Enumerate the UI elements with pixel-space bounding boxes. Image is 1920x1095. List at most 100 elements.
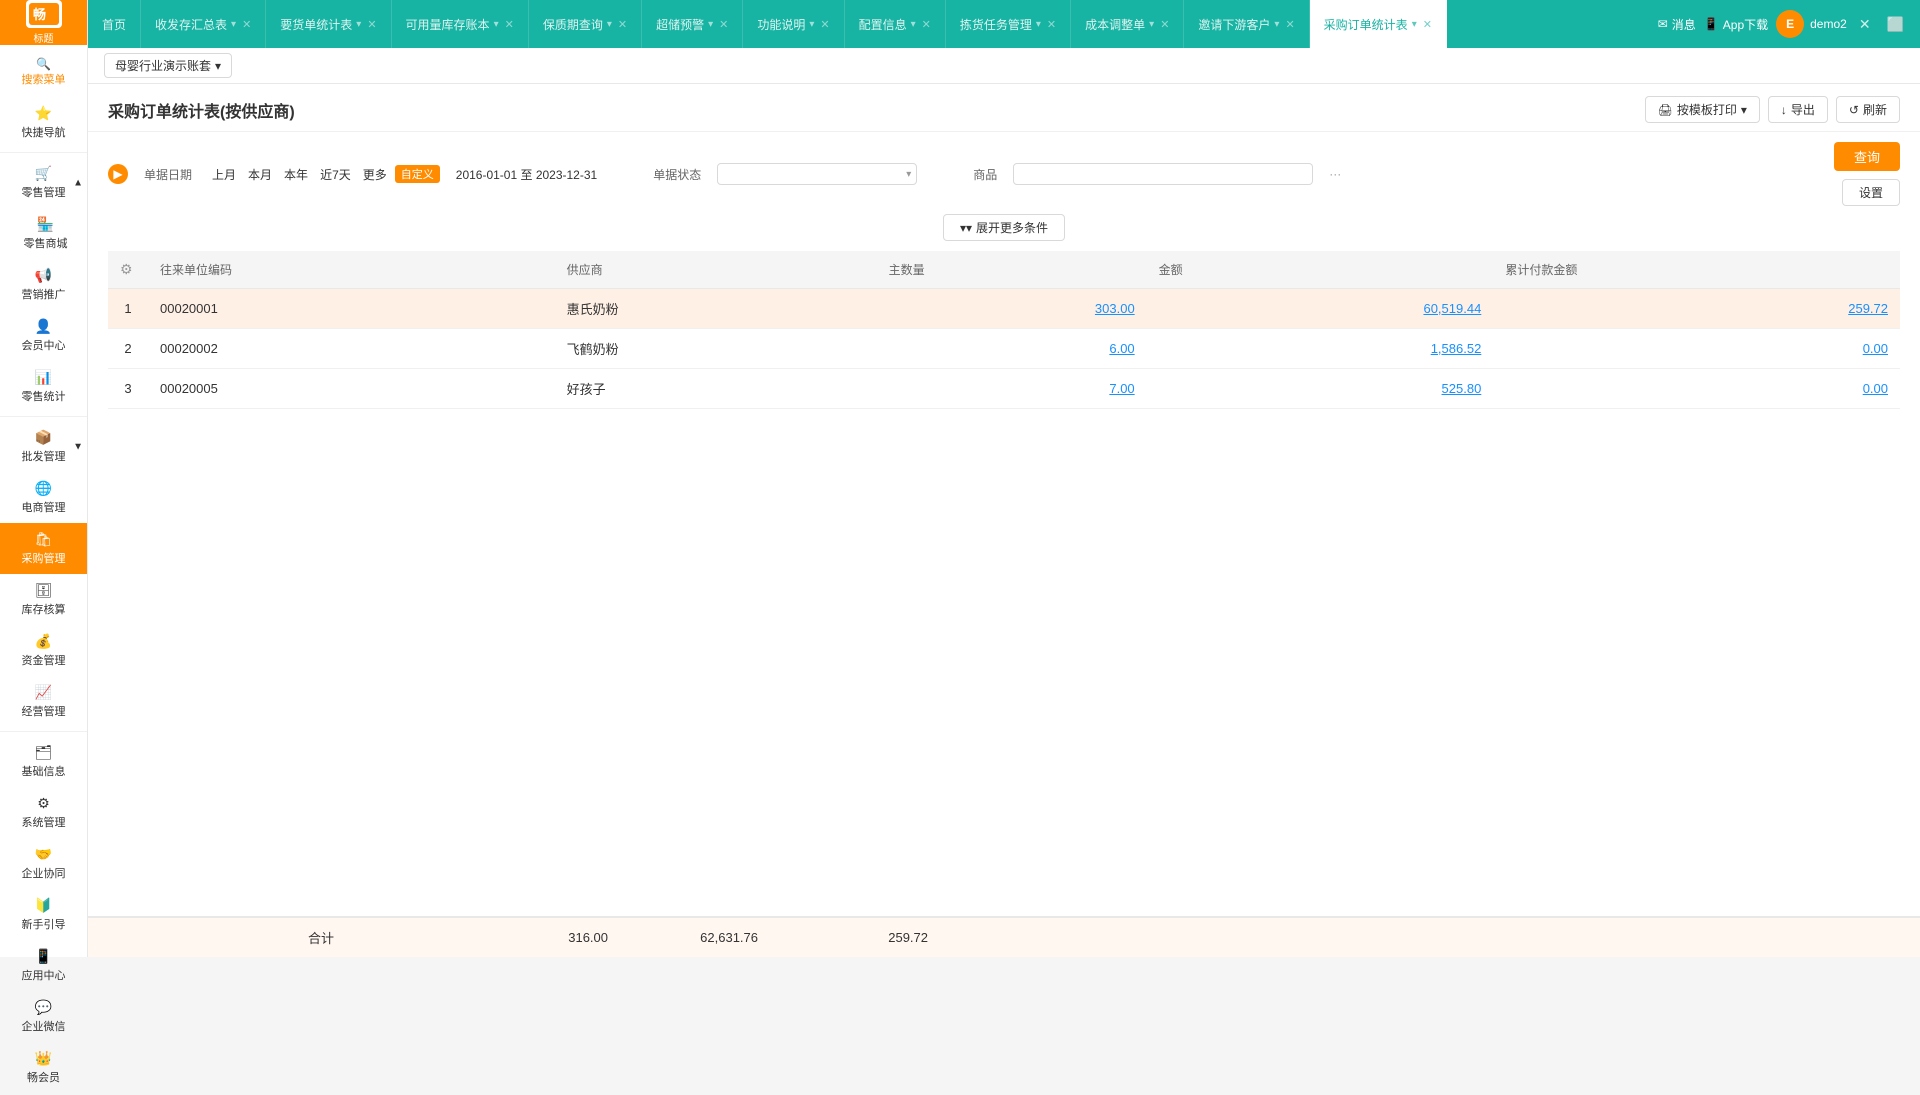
tab-config[interactable]: 配置信息 ▾ ✕ [845,0,946,48]
custom-date-button[interactable]: 自定义 [395,165,440,183]
expand-more-button[interactable]: ▾▾ 展开更多条件 [943,214,1065,241]
table-row: 1 00020001 惠氏奶粉 303.00 60,519.44 259.72 [108,289,1900,329]
pick-task-label: 拣货任务管理 [960,16,1032,33]
tab-pick-task[interactable]: 拣货任务管理 ▾ ✕ [946,0,1071,48]
tab-close-4[interactable]: ✕ [618,18,627,31]
tab-requisition-stats[interactable]: 要货单统计表 ▾ ✕ [266,0,391,48]
sidebar-item-retail[interactable]: 🛒 零售管理 ▲ [0,157,87,208]
sidebar-item-appstore[interactable]: 📱 应用中心 [0,940,87,991]
sidebar-item-system[interactable]: ⚙ 系统管理 [0,787,87,838]
status-select[interactable] [717,163,917,185]
row-amount[interactable]: 60,519.44 [1147,289,1494,329]
goods-input[interactable] [1013,163,1313,185]
tab-close-6[interactable]: ✕ [820,18,829,31]
sidebar-logo: 畅 标题 [0,0,87,45]
sidebar-item-finance[interactable]: 💰 资金管理 [0,625,87,676]
export-button[interactable]: ↓ 导出 [1768,96,1828,123]
tab-close-5[interactable]: ✕ [719,18,728,31]
sidebar-item-member[interactable]: 👤 会员中心 [0,310,87,361]
shortcut-this-month[interactable]: 本月 [244,165,276,184]
tab-collect-pay[interactable]: 收发存汇总表 ▾ ✕ [141,0,266,48]
logo-text: 标题 [34,30,54,45]
tab-function[interactable]: 功能说明 ▾ ✕ [743,0,844,48]
row-paid-amount-3[interactable]: 0.00 [1493,369,1900,409]
invite-downstream-label: 邀请下游客户 [1198,16,1270,33]
base-icon: 🗂 [35,744,53,761]
tab-close-9[interactable]: ✕ [1160,18,1169,31]
stats-icon: 📊 [35,369,52,386]
printer-icon: 🖨 [1658,103,1673,117]
sidebar-nav: ⭐ 快捷导航 🛒 零售管理 ▲ 🏪 零售商城 📢 营销推广 👤 会员中心 📊 零… [0,95,87,1095]
row-qty[interactable]: 303.00 [877,289,1147,329]
close-window-button[interactable]: ✕ [1855,12,1875,37]
tab-warranty[interactable]: 保质期查询 ▾ ✕ [529,0,642,48]
filter-toggle-button[interactable]: ▶ [108,164,128,184]
table-settings-icon[interactable]: ⚙ [120,261,133,277]
row-unit-code-2: 00020002 [148,329,555,369]
sidebar-item-retail-stats[interactable]: 📊 零售统计 [0,361,87,412]
sidebar-item-vip[interactable]: 👑 畅会员 [0,1042,87,1093]
query-button[interactable]: 查询 [1834,142,1900,171]
sidebar-item-ops[interactable]: 📈 经营管理 [0,676,87,727]
tab-overstock[interactable]: 超储预警 ▾ ✕ [642,0,743,48]
tab-invite-downstream[interactable]: 邀请下游客户 ▾ ✕ [1184,0,1309,48]
sidebar-item-guide[interactable]: 🔰 新手引导 [0,889,87,940]
sidebar-item-inventory[interactable]: 🗄 库存核算 [0,574,87,625]
tab-close-7[interactable]: ✕ [922,18,931,31]
message-button[interactable]: ✉ 消息 [1658,16,1696,33]
content-area: 采购订单统计表(按供应商) 🖨 按模板打印 ▾ ↓ 导出 ↺ 刷新 [88,84,1920,957]
row-unit-code: 00020001 [148,289,555,329]
sidebar-item-corp[interactable]: 🤝 企业协同 [0,838,87,889]
dropdown-arrow-icon: ▾ [215,59,221,73]
print-button[interactable]: 🖨 按模板打印 ▾ [1645,96,1760,123]
shortcut-this-year[interactable]: 本年 [280,165,312,184]
tab-close[interactable]: ✕ [242,18,251,31]
tab-close-2[interactable]: ✕ [367,18,376,31]
sidebar-search-button[interactable]: 🔍 搜索菜单 [8,53,79,91]
tab-purchase-stats[interactable]: 采购订单统计表 ▾ ✕ [1310,0,1447,48]
sidebar-item-purchase[interactable]: 🛍 采购管理 [0,523,87,574]
wholesale-label: 批发管理 [22,448,66,464]
cost-adjust-label: 成本调整单 [1085,16,1145,33]
user-area[interactable]: E demo2 [1776,10,1847,38]
sidebar-item-ecommerce[interactable]: 🌐 电商管理 [0,472,87,523]
sidebar-item-wholesale[interactable]: 📦 批发管理 ▼ [0,421,87,472]
app-download-button[interactable]: 📱 App下载 [1704,16,1768,33]
shortcut-last-month[interactable]: 上月 [208,165,240,184]
tab-cost-adjust[interactable]: 成本调整单 ▾ ✕ [1071,0,1184,48]
tab-available-stock[interactable]: 可用量库存账本 ▾ ✕ [392,0,529,48]
tab-home[interactable]: 首页 [88,0,141,48]
tab-close-3[interactable]: ✕ [505,18,514,31]
app-download-label: App下载 [1723,16,1768,33]
row-paid-amount[interactable]: 259.72 [1493,289,1900,329]
row-qty-2[interactable]: 6.00 [877,329,1147,369]
tab-close-11[interactable]: ✕ [1423,18,1432,31]
goods-filter-label: 商品 [973,166,997,183]
sidebar-item-quick-nav[interactable]: ⭐ 快捷导航 [0,97,87,148]
tab-close-10[interactable]: ✕ [1285,18,1294,31]
row-amount-2[interactable]: 1,586.52 [1147,329,1494,369]
row-qty-3[interactable]: 7.00 [877,369,1147,409]
goods-more-icon[interactable]: ··· [1329,167,1341,181]
function-label: 功能说明 [757,16,805,33]
maximize-window-button[interactable]: ⬜ [1883,12,1908,37]
refresh-button[interactable]: ↺ 刷新 [1836,96,1900,123]
row-amount-3[interactable]: 525.80 [1147,369,1494,409]
tab-close-8[interactable]: ✕ [1047,18,1056,31]
industry-dropdown[interactable]: 母婴行业演示账套 ▾ [104,53,232,78]
requisition-stats-label: 要货单统计表 [280,16,352,33]
sidebar-item-base[interactable]: 🗂 基础信息 [0,736,87,787]
row-paid-amount-2[interactable]: 0.00 [1493,329,1900,369]
table-footer: 合计 316.00 62,631.76 259.72 [88,916,1920,957]
wholesale-arrow: ▼ [73,441,83,452]
quicknav-label: 快捷导航 [22,124,66,140]
sidebar-item-wechat[interactable]: 💬 企业微信 [0,991,87,1042]
settings-button[interactable]: 设置 [1842,179,1900,206]
shop-icon: 🏪 [37,216,54,233]
sidebar-item-marketing[interactable]: 📢 营销推广 [0,259,87,310]
export-label: 导出 [1791,101,1815,118]
shortcut-more[interactable]: 更多 [359,165,391,184]
sidebar-item-retail-shop[interactable]: 🏪 零售商城 [0,208,87,259]
shortcut-7days[interactable]: 近7天 [316,165,355,184]
sidebar-search-section: 🔍 搜索菜单 [0,45,87,95]
